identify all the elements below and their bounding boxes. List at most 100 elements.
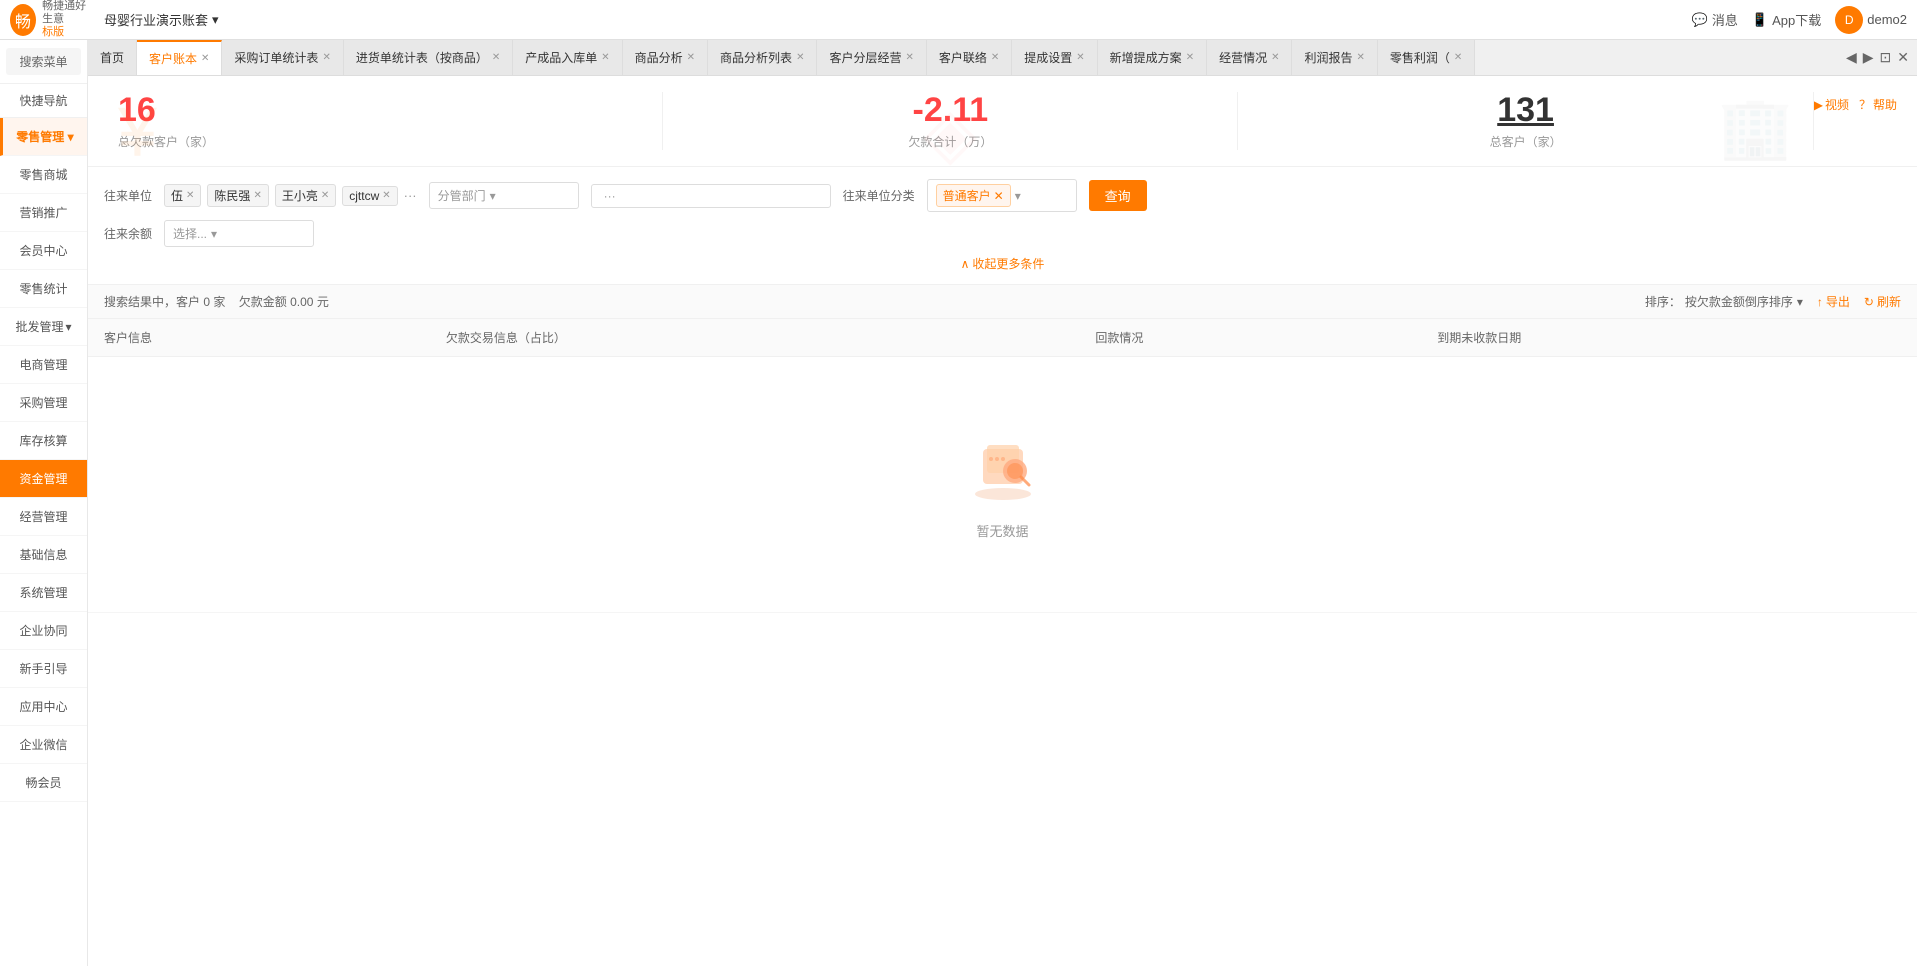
sidebar-item-new-guide[interactable]: 新手引导 [0, 650, 87, 688]
main-wrapper: 搜索菜单 快捷导航 零售管理 ▾ 零售商城 营销推广 会员中心 零售统计 批发管… [0, 40, 1917, 966]
filter-row-1: 往来单位 伍 ✕ 陈民强 ✕ 王小亮 ✕ [104, 179, 1901, 212]
video-help-btn[interactable]: ▶ 视频 [1814, 96, 1849, 113]
tag-more-btn[interactable]: ··· [404, 188, 417, 203]
tab-close-profit-report[interactable]: ✕ [1357, 52, 1365, 63]
user-account[interactable]: D demo2 [1835, 6, 1907, 34]
sidebar-item-operations[interactable]: 经营管理 [0, 498, 87, 536]
col-debt-info: 欠款交易信息（占比） [430, 319, 1080, 357]
tab-home[interactable]: 首页 [88, 40, 137, 76]
sidebar-item-enterprise-wechat[interactable]: 企业微信 [0, 726, 87, 764]
person-dots[interactable]: ··· [604, 189, 616, 203]
result-bar: 搜索结果中，客户 0 家 欠款金额 0.00 元 排序： 按欠款金额倒序排序 ▾ [88, 285, 1917, 319]
sidebar-item-retail-mall[interactable]: 零售商城 [0, 156, 87, 194]
tab-close-production[interactable]: ✕ [601, 52, 609, 63]
data-table: 客户信息 欠款交易信息（占比） 回款情况 到期未收款日期 [88, 319, 1917, 613]
tab-retail-profit[interactable]: 零售利润（ ✕ [1378, 40, 1475, 76]
query-btn[interactable]: 查询 [1089, 180, 1147, 211]
tab-close-purchase-stats[interactable]: ✕ [492, 52, 500, 63]
sort-select[interactable]: 排序： 按欠款金额倒序排序 ▾ [1645, 293, 1803, 310]
tag-wang-close[interactable]: ✕ [321, 190, 329, 201]
tab-close-new-promo[interactable]: ✕ [1186, 52, 1194, 63]
stat-bg-building: 🏢 [1718, 92, 1793, 163]
stat-bg-diamond: ◈ [923, 92, 977, 174]
result-text: 搜索结果中，客户 0 家 欠款金额 0.00 元 [104, 293, 329, 310]
stat-value-total: 131 [1497, 92, 1554, 129]
sidebar-item-finance[interactable]: 资金管理 [0, 460, 87, 498]
tab-goods-list[interactable]: 商品分析列表 ✕ [708, 40, 817, 76]
tab-accounts[interactable]: 客户账本 ✕ [137, 40, 222, 76]
sidebar-item-ecommerce[interactable]: 电商管理 [0, 346, 87, 384]
tab-close-purchase-orders[interactable]: ✕ [322, 52, 330, 63]
help-btn[interactable]: ？ 帮助 [1859, 96, 1897, 113]
question-icon: ？ [1859, 96, 1871, 113]
sidebar-item-wholesale[interactable]: 批发管理 ▾ [0, 308, 87, 346]
tag-wu-close[interactable]: ✕ [186, 190, 194, 201]
unit-tags: 伍 ✕ 陈民强 ✕ 王小亮 ✕ cjttcw ✕ [164, 184, 417, 207]
sidebar-item-retail[interactable]: 零售管理 ▾ [0, 118, 87, 156]
logo-icon: 畅 [10, 4, 36, 36]
tab-close-goods-list[interactable]: ✕ [796, 52, 804, 63]
tab-customer-contact[interactable]: 客户联络 ✕ [927, 40, 1012, 76]
tab-operations[interactable]: 经营情况 ✕ [1207, 40, 1292, 76]
tab-close-goods-analysis[interactable]: ✕ [687, 52, 695, 63]
tab-close-all-btn[interactable]: ✕ [1897, 49, 1909, 66]
tab-purchase-stats[interactable]: 进货单统计表（按商品） ✕ [344, 40, 513, 76]
refresh-btn[interactable]: ↻ 刷新 [1864, 293, 1901, 310]
table-body: 暂无数据 [88, 357, 1917, 613]
dept-dropdown-arrow: ▾ [490, 189, 496, 203]
tab-close-customer-tier[interactable]: ✕ [905, 52, 913, 63]
tab-customer-tier[interactable]: 客户分层经营 ✕ [817, 40, 926, 76]
tab-prev-btn[interactable]: ◀ [1846, 49, 1857, 66]
empty-text: 暂无数据 [976, 521, 1028, 540]
unit-filter-label: 往来单位 [104, 187, 152, 204]
dept-select[interactable]: 分管部门 ▾ [429, 182, 579, 209]
tab-close-operations[interactable]: ✕ [1271, 52, 1279, 63]
app-download-btn[interactable]: 📱 App下载 [1752, 10, 1821, 29]
search-menu-btn[interactable]: 搜索菜单 [6, 48, 81, 75]
tab-close-promo-settings[interactable]: ✕ [1076, 52, 1084, 63]
sidebar-item-inventory[interactable]: 库存核算 [0, 422, 87, 460]
sidebar-item-marketing[interactable]: 营销推广 [0, 194, 87, 232]
balance-label: 往来余额 [104, 225, 152, 242]
tab-production[interactable]: 产成品入库单 ✕ [513, 40, 622, 76]
collapse-btn[interactable]: ∧ 收起更多条件 [104, 255, 1901, 272]
account-selector[interactable]: 母婴行业演示账套 ▾ [104, 10, 219, 29]
tag-chen-close[interactable]: ✕ [253, 190, 261, 201]
sidebar-item-retail-stats[interactable]: 零售统计 [0, 270, 87, 308]
message-btn[interactable]: 💬 消息 [1692, 10, 1738, 29]
tag-cjttcw-close[interactable]: ✕ [382, 190, 390, 201]
sidebar-item-system[interactable]: 系统管理 [0, 574, 87, 612]
tab-new-promo[interactable]: 新增提成方案 ✕ [1098, 40, 1207, 76]
tab-close-customer-contact[interactable]: ✕ [991, 52, 999, 63]
unit-type-select[interactable]: 普通客户 ✕ ▾ [927, 179, 1077, 212]
tab-bar: 首页 客户账本 ✕ 采购订单统计表 ✕ 进货单统计表（按商品） ✕ 产成品入库单… [88, 40, 1917, 76]
sidebar-item-purchase[interactable]: 采购管理 [0, 384, 87, 422]
result-info: 搜索结果中，客户 0 家 欠款金额 0.00 元 [104, 293, 329, 310]
tag-chen: 陈民强 ✕ [207, 184, 268, 207]
unit-type-arrow: ▾ [1015, 189, 1021, 203]
tab-close-accounts[interactable]: ✕ [201, 53, 209, 64]
quick-nav-btn[interactable]: 快捷导航 [0, 84, 87, 118]
balance-select[interactable]: 选择... ▾ [164, 220, 314, 247]
stats-row: ¥ 16 总欠款客户（家） ◈ -2.11 欠款合计（万） 🏢 131 总客户（… [88, 76, 1917, 167]
sidebar-item-app-center[interactable]: 应用中心 [0, 688, 87, 726]
balance-arrow: ▾ [211, 227, 217, 241]
tab-goods-analysis[interactable]: 商品分析 ✕ [623, 40, 708, 76]
stat-bg-yuan: ¥ [118, 92, 157, 172]
col-due-date: 到期未收款日期 [1421, 319, 1917, 357]
tab-promo-settings[interactable]: 提成设置 ✕ [1012, 40, 1097, 76]
export-btn[interactable]: ↑ 导出 [1817, 293, 1850, 310]
sidebar-item-membership[interactable]: 会员中心 [0, 232, 87, 270]
tab-profit-report[interactable]: 利润报告 ✕ [1292, 40, 1377, 76]
table-header: 客户信息 欠款交易信息（占比） 回款情况 到期未收款日期 [88, 319, 1917, 357]
tab-close-retail-profit[interactable]: ✕ [1454, 52, 1462, 63]
person-select[interactable]: ··· [591, 184, 831, 208]
unit-type-close[interactable]: ✕ [994, 189, 1004, 203]
sidebar-item-enterprise-coop[interactable]: 企业协同 [0, 612, 87, 650]
tab-expand-btn[interactable]: ⊡ [1880, 49, 1892, 66]
tab-purchase-orders[interactable]: 采购订单统计表 ✕ [222, 40, 343, 76]
sidebar-item-vip-member[interactable]: 畅会员 [0, 764, 87, 802]
sidebar-item-basic-info[interactable]: 基础信息 [0, 536, 87, 574]
content-area: 首页 客户账本 ✕ 采购订单统计表 ✕ 进货单统计表（按商品） ✕ 产成品入库单… [88, 40, 1917, 966]
tab-next-btn[interactable]: ▶ [1863, 49, 1874, 66]
